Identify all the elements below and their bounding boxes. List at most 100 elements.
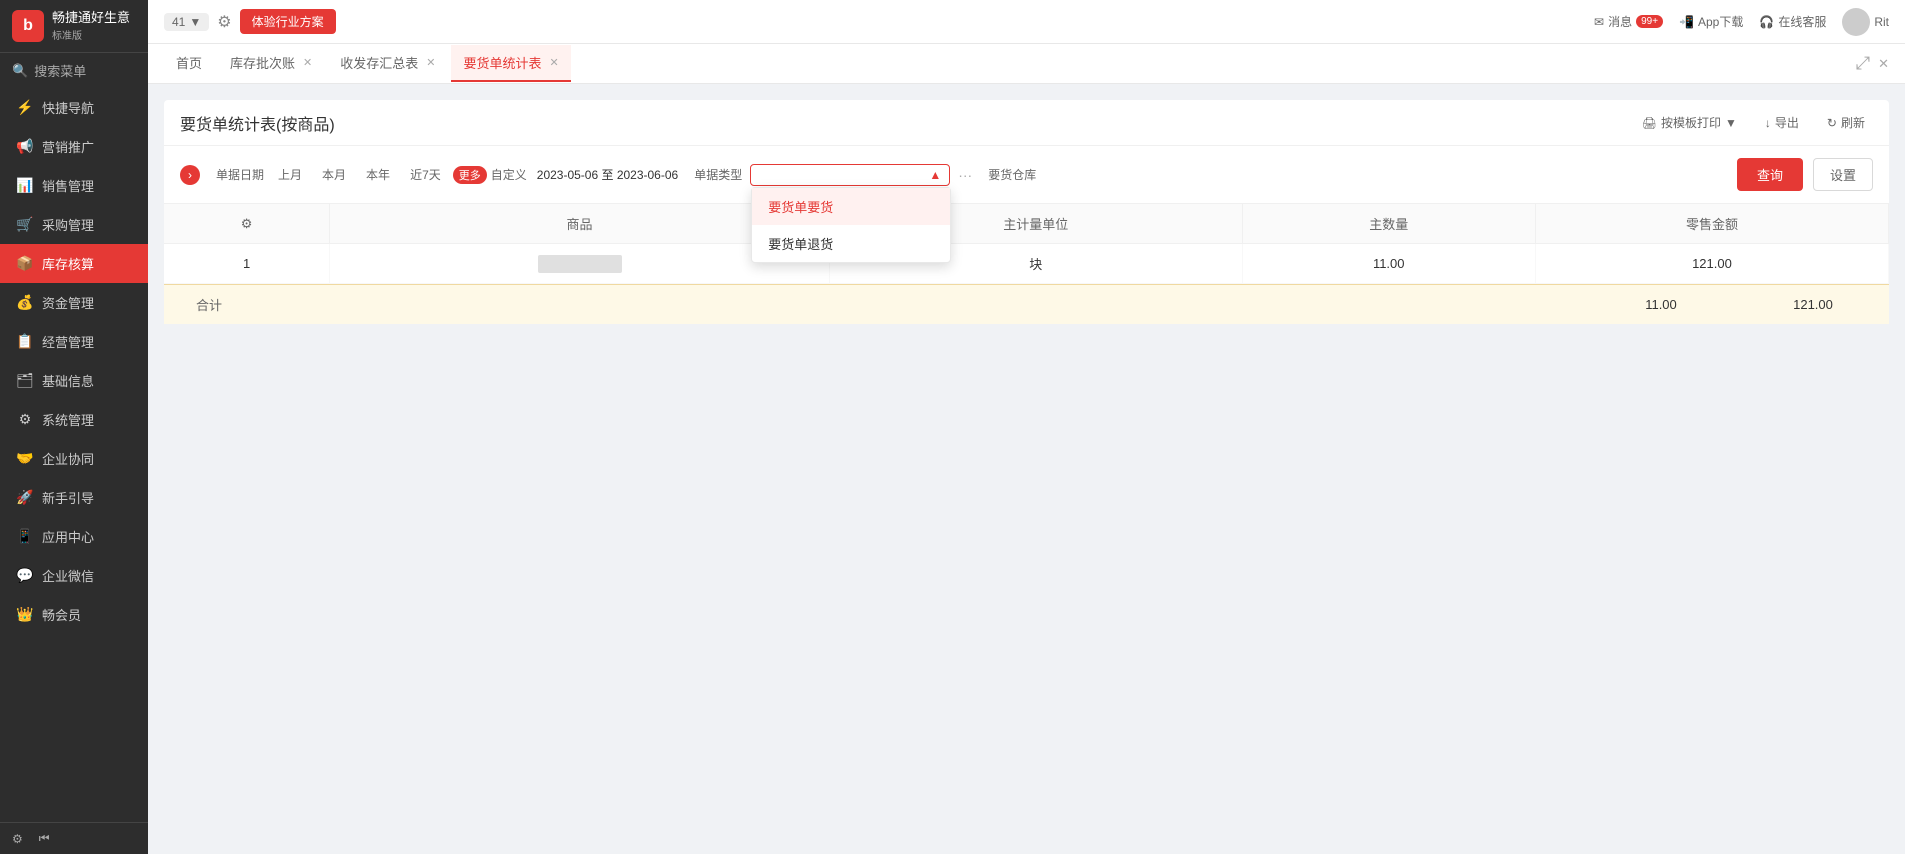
app-download-btn[interactable]: 📲 App下载: [1679, 13, 1743, 30]
sidebar-item-finance[interactable]: 💰 资金管理: [0, 283, 148, 322]
sidebar-item-label: 销售管理: [42, 176, 94, 195]
sidebar-item-operation[interactable]: 📋 经营管理: [0, 322, 148, 361]
search-icon: 🔍: [12, 63, 28, 79]
sidebar-item-basic[interactable]: 🗂 基础信息: [0, 361, 148, 400]
quick-nav-icon: ⚡: [16, 99, 34, 117]
tab-close-receivables[interactable]: ✕: [426, 56, 435, 69]
sidebar-search[interactable]: 🔍 搜索菜单: [0, 53, 148, 88]
top-header: 41 ▼ ⚙ 体验行业方案 ✉ 消息 99+ 📲 App下载 🎧 在线客服 R: [148, 0, 1905, 44]
dropdown-item-yaohuo-yanhuo[interactable]: 要货单要货: [752, 188, 950, 225]
date-filter-group: 单据日期 上月 本月 本年 近7天 更多 自定义 2023-05-06 至 20…: [216, 164, 678, 185]
footer-total-amount: 121.00: [1753, 297, 1873, 312]
data-table: ⚙ 商品 主计量单位 主数量 零售金额 1 ████████ 块 11.: [164, 204, 1889, 284]
message-label: 消息: [1608, 13, 1632, 30]
online-service-btn[interactable]: 🎧 在线客服: [1759, 13, 1826, 30]
tab-inventory-batch[interactable]: 库存批次账 ✕: [218, 45, 324, 82]
print-arrow: ▼: [1725, 116, 1737, 130]
row-index: 1: [164, 244, 330, 284]
product-name-placeholder: ████████: [538, 255, 622, 273]
sidebar-item-label: 营销推广: [42, 137, 94, 156]
sidebar-item-inventory[interactable]: 📦 库存核算: [0, 244, 148, 283]
logo-icon: b: [12, 10, 44, 42]
tab-home[interactable]: 首页: [164, 45, 214, 82]
sidebar-collapse[interactable]: ⏮: [39, 831, 50, 846]
sidebar-nav: ⚡ 快捷导航 📢 营销推广 📊 销售管理 🛒 采购管理 📦 库存核算 💰 资金管…: [0, 88, 148, 822]
header-settings-icon[interactable]: ⚙: [217, 12, 231, 32]
col-qty: 主数量: [1242, 204, 1535, 244]
sidebar-item-wechat[interactable]: 💬 企业微信: [0, 556, 148, 595]
query-btn[interactable]: 查询: [1737, 158, 1803, 191]
date-btn-this-month[interactable]: 本月: [314, 164, 354, 185]
date-btn-custom[interactable]: 自定义: [491, 166, 527, 183]
tab-collapse-btn[interactable]: ✕: [1878, 56, 1889, 72]
appstore-icon: 📱: [16, 528, 34, 546]
guide-icon: 🚀: [16, 489, 34, 507]
dropdown-item-yaohuo-tuihuo[interactable]: 要货单退货: [752, 225, 950, 262]
sidebar-item-quick-nav[interactable]: ⚡ 快捷导航: [0, 88, 148, 127]
sidebar-item-appstore[interactable]: 📱 应用中心: [0, 517, 148, 556]
table-header-row: ⚙ 商品 主计量单位 主数量 零售金额: [164, 204, 1889, 244]
inventory-icon: 📦: [16, 255, 34, 273]
col-settings[interactable]: ⚙: [164, 204, 330, 244]
sidebar-item-guide[interactable]: 🚀 新手引导: [0, 478, 148, 517]
sidebar-item-system[interactable]: ⚙ 系统管理: [0, 400, 148, 439]
bill-type-select-wrapper[interactable]: ▲ 要货单要货 要货单退货: [750, 164, 950, 186]
sidebar-item-label: 资金管理: [42, 293, 94, 312]
sidebar-item-label: 基础信息: [42, 371, 94, 390]
user-profile[interactable]: Rit: [1842, 8, 1889, 36]
sidebar-item-label: 应用中心: [42, 527, 94, 546]
sidebar-item-collab[interactable]: 🤝 企业协同: [0, 439, 148, 478]
sidebar-item-sales[interactable]: 📊 销售管理: [0, 166, 148, 205]
tab-order-stats-label: 要货单统计表: [463, 53, 541, 72]
filter-bar: › 单据日期 上月 本月 本年 近7天 更多 自定义 2023-05-06 至 …: [164, 146, 1889, 204]
basic-icon: 🗂: [16, 372, 34, 390]
date-range-value: 2023-05-06 至 2023-06-06: [537, 168, 678, 182]
tab-order-stats[interactable]: 要货单统计表 ✕: [451, 45, 570, 82]
refresh-icon: ↻: [1827, 116, 1837, 130]
tab-expand-btn[interactable]: ⤢: [1856, 53, 1870, 74]
tab-close-inventory-batch[interactable]: ✕: [303, 56, 312, 69]
app-name: 畅捷通好生意: [52, 10, 130, 27]
sidebar-logo: b 畅捷通好生意 标准版: [0, 0, 148, 53]
date-btn-last-7days[interactable]: 近7天: [402, 164, 449, 185]
sidebar-item-purchase[interactable]: 🛒 采购管理: [0, 205, 148, 244]
industry-btn[interactable]: 体验行业方案: [240, 9, 336, 34]
logo-text-block: 畅捷通好生意 标准版: [52, 10, 130, 42]
tab-count-badge[interactable]: 41 ▼: [164, 13, 209, 31]
more-filters-btn[interactable]: ···: [958, 167, 972, 183]
date-label: 单据日期: [216, 166, 264, 183]
finance-icon: 💰: [16, 294, 34, 312]
sidebar-item-label: 经营管理: [42, 332, 94, 351]
table-row: 1 ████████ 块 11.00 121.00: [164, 244, 1889, 284]
service-icon: 🎧: [1759, 15, 1774, 29]
filter-action-btns: 查询 设置: [1737, 158, 1873, 191]
date-btn-last-month[interactable]: 上月: [270, 164, 310, 185]
tab-receivables[interactable]: 收发存汇总表 ✕: [328, 45, 447, 82]
tab-count: 41: [172, 15, 185, 29]
bill-type-input[interactable]: [759, 168, 929, 182]
download-icon: 📲: [1679, 15, 1694, 29]
online-service-label: 在线客服: [1778, 13, 1826, 30]
refresh-btn[interactable]: ↻ 刷新: [1819, 110, 1873, 135]
date-btn-this-year[interactable]: 本年: [358, 164, 398, 185]
settings-btn[interactable]: 设置: [1813, 158, 1873, 191]
message-icon: ✉: [1594, 15, 1604, 29]
row-amount: 121.00: [1535, 244, 1888, 284]
sidebar-item-member[interactable]: 👑 畅会员: [0, 595, 148, 634]
export-btn[interactable]: ↓ 导出: [1757, 110, 1807, 135]
tab-close-order-stats[interactable]: ✕: [550, 56, 559, 69]
purchase-icon: 🛒: [16, 216, 34, 234]
filter-expand-btn[interactable]: ›: [180, 165, 200, 185]
collab-icon: 🤝: [16, 450, 34, 468]
print-btn[interactable]: 🖨 按模板打印 ▼: [1634, 110, 1745, 135]
sidebar-settings[interactable]: ⚙: [12, 832, 23, 846]
sidebar-item-marketing[interactable]: 📢 营销推广: [0, 127, 148, 166]
sidebar-bottom: ⚙ ⏮: [0, 822, 148, 854]
operation-icon: 📋: [16, 333, 34, 351]
select-up-arrow-icon[interactable]: ▲: [929, 168, 941, 182]
messages-btn[interactable]: ✉ 消息 99+: [1594, 13, 1663, 30]
warehouse-filter: 要货仓库: [988, 166, 1036, 183]
export-label: 导出: [1775, 114, 1799, 131]
tab-count-arrow: ▼: [189, 15, 201, 29]
header-left: 41 ▼ ⚙ 体验行业方案: [164, 9, 1582, 34]
